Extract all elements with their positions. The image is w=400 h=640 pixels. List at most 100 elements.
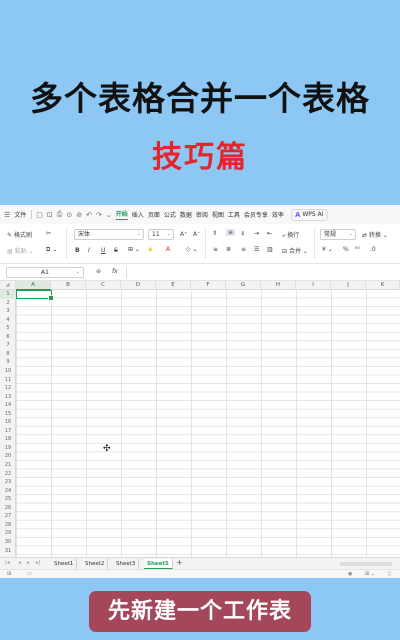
underline-button[interactable]: U [101,247,105,254]
sheet-tab[interactable]: Sheet3 [113,559,140,569]
print-icon[interactable]: ⎙ [57,210,63,219]
paste-button[interactable]: ▤ 粘贴 ⌄ [7,246,34,255]
align-right-icon[interactable]: ≡ [241,246,246,253]
align-center-icon[interactable]: ≣ [226,246,231,253]
tab-tools[interactable]: 工具 [228,210,240,219]
wrap-text-button[interactable]: ⤶ 换行 [282,230,299,240]
tab-page[interactable]: 页面 [148,210,160,219]
sheet-tab[interactable]: Sheet2 [82,559,109,569]
merge-button[interactable]: ⊟ 合并 ⌄ [282,246,308,255]
column-header[interactable]: C [86,281,121,290]
cell-area[interactable] [16,290,400,557]
chevron-down-icon[interactable]: ⌄ [106,211,112,219]
formula-input[interactable] [130,266,396,279]
decimal-icon[interactable]: .0 [370,246,376,253]
align-middle-icon[interactable]: ≡ [226,229,236,236]
row-header[interactable]: 9 [0,358,16,367]
add-sheet-button[interactable]: + [176,558,183,567]
redo-icon[interactable]: ↷ [96,211,102,219]
tab-view[interactable]: 视图 [212,210,224,219]
row-header[interactable]: 19 [0,444,16,453]
clear-format-icon[interactable]: ◇ ⌄ [186,246,198,253]
clear-icon[interactable]: ⊘ [76,211,82,219]
file-menu[interactable]: 文件 [14,210,26,219]
border-icon[interactable]: ⊞ ⌄ [128,246,140,253]
currency-button[interactable]: ¥ ⌄ [322,246,333,253]
column-header[interactable]: I [296,281,331,290]
cut-icon[interactable]: ✂ [46,230,51,237]
row-header[interactable]: 1 [0,290,16,299]
justify-icon[interactable]: ☰ [254,246,259,253]
wps-ai-button[interactable]: A WPS AI [290,208,328,221]
select-all-corner[interactable]: ◢ [0,281,16,290]
row-header[interactable]: 21 [0,461,16,470]
outdent-icon[interactable]: ⇤ [267,230,272,237]
font-name-select[interactable]: 宋体 ⌄ [74,229,144,240]
sheet-tab[interactable]: Sheet1 [51,559,78,569]
row-header[interactable]: 18 [0,435,16,444]
row-header[interactable]: 16 [0,418,16,427]
row-header[interactable]: 13 [0,393,16,402]
tab-efficiency[interactable]: 效率 [272,210,284,219]
indent-icon[interactable]: ⇥ [254,230,259,237]
row-header[interactable]: 31 [0,547,16,556]
last-sheet-icon[interactable]: ▸| [36,560,41,566]
row-header[interactable]: 30 [0,538,16,547]
zoom-icon[interactable]: ⊕ [96,268,101,275]
macro-icon[interactable]: ⊞ [7,571,11,577]
strikethrough-button[interactable]: S [114,247,118,254]
italic-button[interactable]: I [88,247,90,254]
font-shrink-button[interactable]: A⁻ [193,231,200,238]
column-header[interactable]: B [51,281,86,290]
tab-member[interactable]: 会员专享 [244,210,268,219]
column-header[interactable]: K [366,281,400,290]
bold-button[interactable]: B [75,247,80,254]
column-header[interactable]: D [121,281,156,290]
fx-button[interactable]: fx [112,268,118,275]
row-header[interactable]: 3 [0,307,16,316]
row-header[interactable]: 11 [0,376,16,385]
align-left-icon[interactable]: ≡ [213,246,218,253]
hamburger-icon[interactable]: ☰ [4,211,10,219]
preview-icon[interactable]: ⊙ [66,211,72,219]
row-header[interactable]: 24 [0,487,16,496]
open-folder-icon[interactable]: ⊡ [47,211,53,219]
column-header[interactable]: G [226,281,261,290]
next-sheet-icon[interactable]: ▸ [27,560,30,566]
tab-home[interactable]: 开始 [115,209,128,220]
row-header[interactable]: 8 [0,350,16,359]
row-header[interactable]: 17 [0,427,16,436]
row-header[interactable]: 20 [0,452,16,461]
percent-button[interactable]: % [343,246,349,253]
column-header[interactable]: H [261,281,296,290]
prev-sheet-icon[interactable]: ◂ [18,560,21,566]
tab-data[interactable]: 数据 [180,210,192,219]
column-header[interactable]: F [191,281,226,290]
undo-icon[interactable]: ↶ [86,211,92,219]
first-sheet-icon[interactable]: |◂ [5,560,10,566]
column-header[interactable]: A [16,281,51,290]
number-format-select[interactable]: 常规 ⌄ [320,229,356,240]
layout-icon[interactable]: ⊞ ⌄ [365,571,375,577]
align-bottom-icon[interactable]: ⫫ [241,230,244,238]
name-box[interactable]: A1 ⌄ [6,267,84,278]
row-header[interactable]: 15 [0,410,16,419]
row-header[interactable]: 22 [0,470,16,479]
row-header[interactable]: 7 [0,341,16,350]
font-color-icon[interactable]: A [166,246,170,253]
row-header[interactable]: 27 [0,512,16,521]
view-icon[interactable]: ◉ [348,571,352,577]
row-header[interactable]: 2 [0,299,16,308]
row-header[interactable]: 5 [0,324,16,333]
row-header[interactable]: 29 [0,529,16,538]
align-top-icon[interactable]: ⫪ [213,230,216,238]
thousands-icon[interactable]: ⁰⁰ [355,246,360,253]
row-header[interactable]: 10 [0,367,16,376]
row-header[interactable]: 28 [0,521,16,530]
copy-icon[interactable]: ⧉ ⌄ [46,246,57,254]
font-grow-button[interactable]: A⁺ [180,231,187,238]
lock-icon[interactable]: ▭ [27,571,32,577]
tab-formula[interactable]: 公式 [164,210,176,219]
row-header[interactable]: 26 [0,504,16,513]
row-header[interactable]: 14 [0,401,16,410]
